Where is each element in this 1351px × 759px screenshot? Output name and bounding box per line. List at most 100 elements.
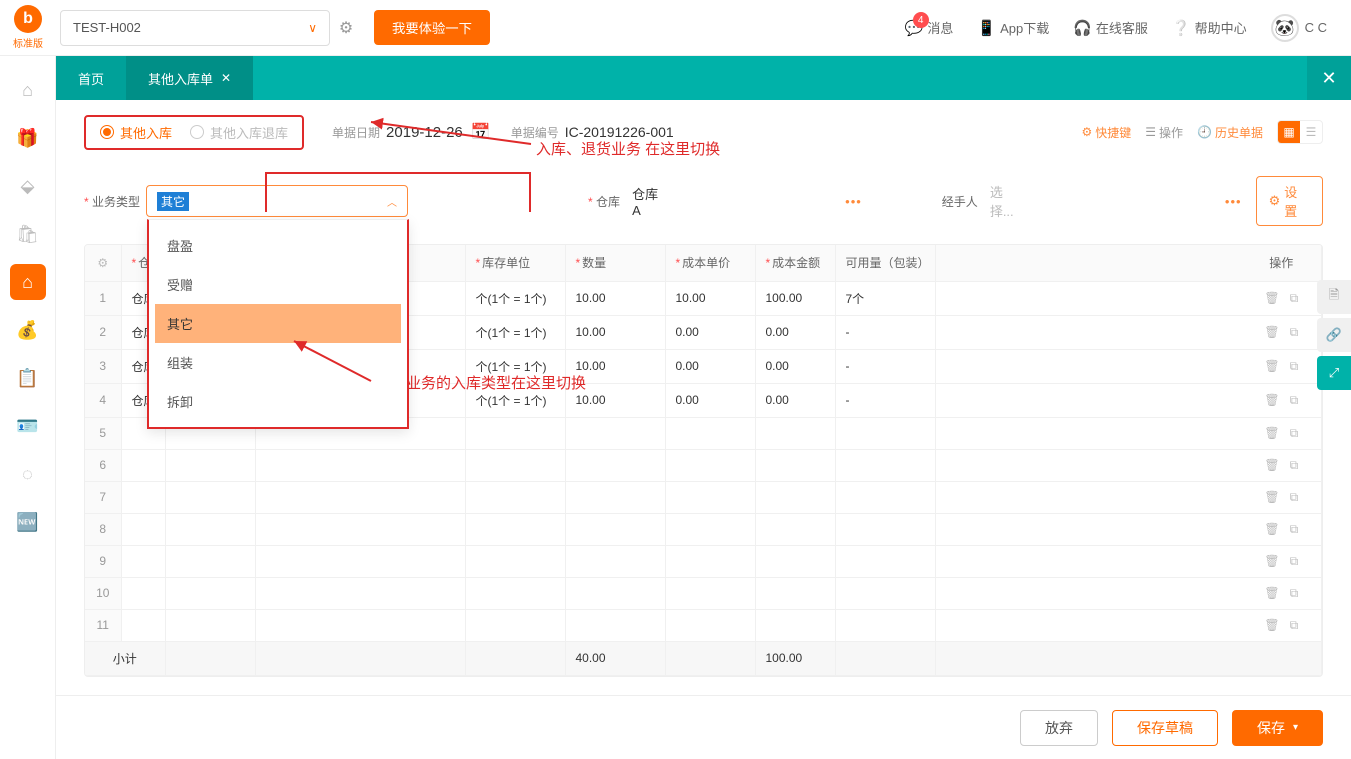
cell-amount[interactable] <box>755 545 835 577</box>
dropdown-option[interactable]: 组装 <box>155 343 401 382</box>
cell-scan[interactable] <box>165 481 255 513</box>
cell-price[interactable]: 0.00 <box>665 315 755 349</box>
cell-unit[interactable] <box>465 545 565 577</box>
delete-icon[interactable]: 🗑 <box>1264 586 1279 601</box>
cell-price[interactable] <box>665 545 755 577</box>
cell-amount[interactable] <box>755 417 835 449</box>
rail-gift-icon[interactable]: 🎁 <box>10 120 46 156</box>
copy-icon[interactable]: ⧉ <box>1290 490 1299 505</box>
date-value[interactable]: 2019-12-26 <box>386 124 463 141</box>
delete-icon[interactable]: 🗑 <box>1264 458 1279 473</box>
delete-icon[interactable]: 🗑 <box>1264 618 1279 633</box>
cell-spec[interactable] <box>255 545 465 577</box>
cell-qty[interactable]: 10.00 <box>565 281 665 315</box>
cell-amount[interactable] <box>755 449 835 481</box>
cell-unit[interactable] <box>465 513 565 545</box>
save-button[interactable]: 保存 ▾ <box>1232 710 1323 746</box>
rail-home-icon[interactable]: ⌂ <box>10 72 46 108</box>
cell-price[interactable] <box>665 577 755 609</box>
cell-price[interactable] <box>665 513 755 545</box>
gear-icon[interactable]: ⚙ <box>330 18 362 38</box>
rail-contact-icon[interactable]: 🪪 <box>10 408 46 444</box>
cell-qty[interactable] <box>565 417 665 449</box>
table-gear-icon[interactable]: ⚙ <box>85 245 121 281</box>
side-expand-icon[interactable]: ⤢ <box>1317 356 1351 390</box>
copy-icon[interactable]: ⧉ <box>1290 522 1299 537</box>
cell-qty[interactable] <box>565 609 665 641</box>
cell-scan[interactable] <box>165 449 255 481</box>
cell-unit[interactable] <box>465 577 565 609</box>
cell-unit[interactable] <box>465 609 565 641</box>
header-messages[interactable]: 💬 4 消息 <box>905 18 954 37</box>
warehouse-value[interactable]: 仓库A <box>632 184 665 218</box>
calendar-icon[interactable]: 📅 <box>471 122 491 142</box>
header-user[interactable]: 🐼 C C <box>1271 14 1327 42</box>
cell-price[interactable] <box>665 609 755 641</box>
cell-price[interactable]: 10.00 <box>665 281 755 315</box>
cell-spec[interactable] <box>255 481 465 513</box>
cell-warehouse[interactable] <box>121 513 165 545</box>
tab-home[interactable]: 首页 <box>56 56 126 100</box>
rail-warehouse-icon[interactable]: ⌂ <box>10 264 46 300</box>
cell-price[interactable] <box>665 481 755 513</box>
copy-icon[interactable]: ⧉ <box>1290 291 1299 306</box>
cell-scan[interactable] <box>165 609 255 641</box>
dropdown-option[interactable]: 盘盈 <box>155 226 401 265</box>
tabs-close-all[interactable]: ✕ <box>1307 56 1351 100</box>
save-draft-button[interactable]: 保存草稿 <box>1112 710 1218 746</box>
copy-icon[interactable]: ⧉ <box>1290 586 1299 601</box>
delete-icon[interactable]: 🗑 <box>1264 490 1279 505</box>
rail-clipboard-icon[interactable]: 📋 <box>10 360 46 396</box>
table-row[interactable]: 9🗑⧉ <box>85 545 1322 577</box>
cell-qty[interactable] <box>565 577 665 609</box>
rail-market-icon[interactable]: ⬙ <box>10 168 46 204</box>
abandon-button[interactable]: 放弃 <box>1020 710 1098 746</box>
cell-unit[interactable] <box>465 449 565 481</box>
copy-icon[interactable]: ⧉ <box>1290 618 1299 633</box>
cell-warehouse[interactable] <box>121 545 165 577</box>
delete-icon[interactable]: 🗑 <box>1264 291 1279 306</box>
cell-price[interactable]: 0.00 <box>665 383 755 417</box>
copy-icon[interactable]: ⧉ <box>1290 554 1299 569</box>
shortcut-button[interactable]: ⚙快捷键 <box>1081 124 1131 141</box>
copy-icon[interactable]: ⧉ <box>1290 393 1299 408</box>
cell-qty[interactable]: 10.00 <box>565 315 665 349</box>
copy-icon[interactable]: ⧉ <box>1290 359 1299 374</box>
cell-spec[interactable] <box>255 449 465 481</box>
cell-warehouse[interactable] <box>121 609 165 641</box>
cell-qty[interactable] <box>565 481 665 513</box>
cell-qty[interactable] <box>565 513 665 545</box>
copy-icon[interactable]: ⧉ <box>1290 458 1299 473</box>
table-row[interactable]: 7🗑⧉ <box>85 481 1322 513</box>
cell-qty[interactable] <box>565 449 665 481</box>
dropdown-option[interactable]: 受赠 <box>155 265 401 304</box>
cell-price[interactable]: 0.00 <box>665 349 755 383</box>
dropdown-option-selected[interactable]: 其它 <box>155 304 401 343</box>
cell-unit[interactable] <box>465 417 565 449</box>
rail-sync-icon[interactable]: ◌ <box>10 456 46 492</box>
cell-warehouse[interactable] <box>121 481 165 513</box>
header-service[interactable]: 🎧 在线客服 <box>1073 18 1148 37</box>
delete-icon[interactable]: 🗑 <box>1264 522 1279 537</box>
cell-unit[interactable]: 个(1个 = 1个) <box>465 315 565 349</box>
header-app-download[interactable]: 📱 App下载 <box>977 18 1049 37</box>
radio-other-inbound[interactable]: 其他入库 <box>100 123 172 142</box>
cell-unit[interactable] <box>465 481 565 513</box>
rail-bag-icon[interactable]: 🛍 <box>10 216 46 252</box>
view-grid-icon[interactable]: ▦ <box>1278 121 1300 143</box>
delete-icon[interactable]: 🗑 <box>1264 359 1279 374</box>
delete-icon[interactable]: 🗑 <box>1264 554 1279 569</box>
cell-amount[interactable]: 0.00 <box>755 383 835 417</box>
more-icon[interactable]: ••• <box>1225 194 1242 209</box>
rail-new-icon[interactable]: 🆕 <box>10 504 46 540</box>
company-select[interactable]: TEST-H002 ∨ <box>60 10 330 46</box>
delete-icon[interactable]: 🗑 <box>1264 393 1279 408</box>
cell-warehouse[interactable] <box>121 577 165 609</box>
cell-amount[interactable] <box>755 513 835 545</box>
cell-scan[interactable] <box>165 577 255 609</box>
cell-amount[interactable] <box>755 481 835 513</box>
delete-icon[interactable]: 🗑 <box>1264 426 1279 441</box>
ops-button[interactable]: ☰操作 <box>1145 124 1183 141</box>
table-row[interactable]: 11🗑⧉ <box>85 609 1322 641</box>
settings-button[interactable]: ⚙ 设置 <box>1256 176 1323 226</box>
